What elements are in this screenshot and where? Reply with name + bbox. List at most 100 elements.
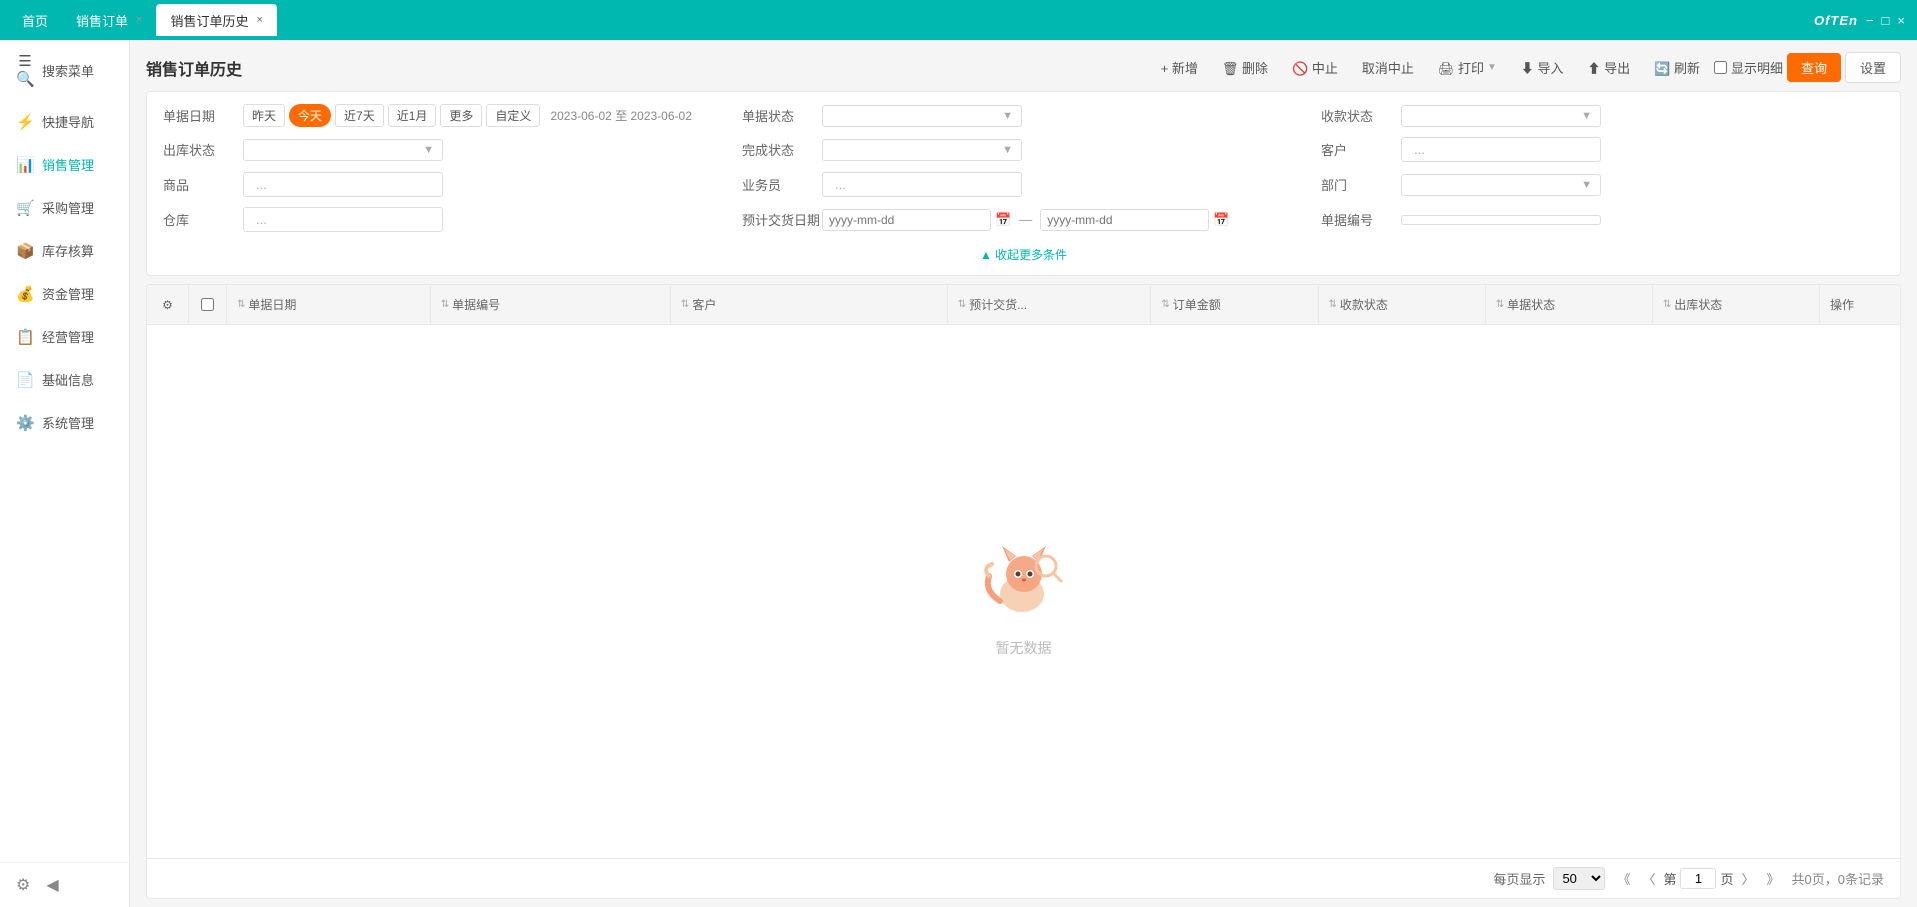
print-button[interactable]: 🖨 打印 ▼ bbox=[1428, 53, 1507, 82]
date-btn-custom[interactable]: 自定义 bbox=[486, 104, 540, 127]
out-status-select[interactable]: ▼ bbox=[243, 139, 443, 161]
calendar-to-icon[interactable]: 📅 bbox=[1213, 212, 1229, 228]
display-toggle-checkbox[interactable] bbox=[1714, 61, 1727, 74]
delete-button[interactable]: 🗑 删除 bbox=[1212, 53, 1278, 82]
page-input[interactable] bbox=[1680, 868, 1716, 889]
next-page-btn[interactable]: 〉 bbox=[1738, 867, 1759, 890]
date-dash: — bbox=[1015, 212, 1036, 227]
sys-mgmt-icon: ⚙️ bbox=[16, 414, 34, 432]
department-label: 部门 bbox=[1321, 175, 1401, 194]
date-btn-7days[interactable]: 近7天 bbox=[335, 104, 384, 127]
th-num-label: 单据编号 bbox=[452, 296, 500, 313]
sort-up-icon[interactable]: ⇅ bbox=[237, 299, 245, 310]
complete-status-label: 完成状态 bbox=[742, 140, 822, 159]
sort-out-status-icon[interactable]: ⇅ bbox=[1663, 299, 1671, 310]
date-btn-1month[interactable]: 近1月 bbox=[388, 104, 437, 127]
date-btn-today[interactable]: 今天 bbox=[289, 104, 331, 127]
th-checkbox[interactable] bbox=[189, 285, 227, 324]
tab-home-label: 首页 bbox=[22, 11, 48, 30]
sort-num-icon[interactable]: ⇅ bbox=[441, 299, 449, 310]
refresh-button[interactable]: 🔄 刷新 bbox=[1644, 53, 1710, 82]
product-input[interactable]: ... bbox=[243, 172, 443, 197]
th-delivery: ⇅ 预计交货... bbox=[948, 285, 1152, 324]
sidebar-item-base-info[interactable]: 📄 基础信息 bbox=[0, 358, 129, 401]
collapse-btn[interactable]: ▲ 收起更多条件 bbox=[980, 246, 1067, 263]
tab-sales-order-history-close[interactable]: × bbox=[256, 14, 262, 26]
warehouse-label: 仓库 bbox=[163, 210, 243, 229]
tab-home[interactable]: 首页 bbox=[8, 4, 62, 36]
page-label: 第 bbox=[1663, 869, 1676, 888]
out-status-label: 出库状态 bbox=[163, 140, 243, 159]
sort-order-status-icon[interactable]: ⇅ bbox=[1496, 299, 1504, 310]
query-button[interactable]: 查询 bbox=[1787, 53, 1841, 82]
last-page-btn[interactable]: 》 bbox=[1763, 867, 1784, 890]
department-select[interactable]: ▼ bbox=[1401, 174, 1601, 196]
import-button[interactable]: ⬇ 导入 bbox=[1511, 53, 1574, 82]
layout: ☰🔍 搜索菜单 ⚡ 快捷导航 📊 销售管理 🛒 采购管理 📦 库存核算 💰 资金… bbox=[0, 40, 1917, 907]
sidebar-collapse-icon[interactable]: ◀ bbox=[46, 875, 58, 895]
select-all-checkbox[interactable] bbox=[201, 298, 214, 311]
sidebar-item-sys-mgmt[interactable]: ⚙️ 系统管理 bbox=[0, 401, 129, 444]
salesperson-input[interactable]: ... bbox=[822, 172, 1022, 197]
expected-delivery-to[interactable] bbox=[1040, 209, 1209, 231]
stop-button[interactable]: 🚫 中止 bbox=[1282, 53, 1348, 82]
print-arrow-icon: ▼ bbox=[1487, 62, 1497, 73]
first-page-btn[interactable]: 《 bbox=[1613, 867, 1634, 890]
sidebar-item-quick-nav[interactable]: ⚡ 快捷导航 bbox=[0, 100, 129, 143]
payment-status-select[interactable]: ▼ bbox=[1401, 105, 1601, 127]
customer-ellipsis[interactable]: ... bbox=[1410, 142, 1429, 157]
th-settings[interactable]: ⚙ bbox=[147, 285, 189, 324]
settings-button[interactable]: 设置 bbox=[1845, 52, 1901, 83]
sidebar-settings-icon[interactable]: ⚙ bbox=[16, 875, 30, 895]
expected-delivery-from[interactable] bbox=[822, 209, 991, 231]
filter-area: 单据日期 昨天 今天 近7天 近1月 更多 自定义 2023-06-02 至 2… bbox=[146, 91, 1901, 276]
complete-status-select[interactable]: ▼ bbox=[822, 139, 1022, 161]
page-size-label: 每页显示 bbox=[1493, 869, 1545, 888]
sort-customer-icon[interactable]: ⇅ bbox=[681, 299, 689, 310]
collapse-label: 收起更多条件 bbox=[995, 246, 1067, 263]
calendar-from-icon[interactable]: 📅 bbox=[995, 212, 1011, 228]
tab-sales-order-close[interactable]: × bbox=[136, 14, 142, 26]
maximize-btn[interactable]: □ bbox=[1882, 13, 1890, 28]
date-btn-yesterday[interactable]: 昨天 bbox=[243, 104, 285, 127]
sort-delivery-icon[interactable]: ⇅ bbox=[958, 299, 966, 310]
close-btn[interactable]: × bbox=[1897, 13, 1905, 28]
tab-sales-order-history[interactable]: 销售订单历史 × bbox=[156, 4, 276, 36]
date-filter-control: 昨天 今天 近7天 近1月 更多 自定义 2023-06-02 至 2023-0… bbox=[243, 104, 726, 127]
sidebar-item-ops-mgmt[interactable]: 📋 经营管理 bbox=[0, 315, 129, 358]
prev-page-btn[interactable]: 〈 bbox=[1638, 867, 1659, 890]
product-label: 商品 bbox=[163, 175, 243, 194]
sort-amount-icon[interactable]: ⇅ bbox=[1161, 299, 1169, 310]
sidebar-item-inventory-calc[interactable]: 📦 库存核算 bbox=[0, 229, 129, 272]
sidebar-item-search-menu[interactable]: ☰🔍 搜索菜单 bbox=[0, 40, 129, 100]
order-no-input[interactable] bbox=[1401, 215, 1601, 225]
warehouse-input[interactable]: ... bbox=[243, 207, 443, 232]
sidebar-item-purchase-mgmt[interactable]: 🛒 采购管理 bbox=[0, 186, 129, 229]
customer-input[interactable]: ... bbox=[1401, 137, 1601, 162]
date-btn-more[interactable]: 更多 bbox=[440, 104, 482, 127]
print-label: 🖨 打印 bbox=[1438, 58, 1484, 77]
page-size-select[interactable]: 20 50 100 bbox=[1553, 867, 1605, 890]
tab-sales-order[interactable]: 销售订单 × bbox=[62, 4, 156, 36]
export-button[interactable]: ⬆ 导出 bbox=[1578, 53, 1641, 82]
salesperson-ellipsis[interactable]: ... bbox=[831, 177, 850, 192]
sidebar-bottom: ⚙ ◀ bbox=[0, 862, 129, 907]
cancel-stop-button[interactable]: 取消中止 bbox=[1352, 53, 1424, 82]
order-status-select[interactable]: ▼ bbox=[822, 105, 1022, 127]
th-payment-status-label: 收款状态 bbox=[1340, 296, 1388, 313]
order-status-control: ▼ bbox=[822, 105, 1305, 127]
sidebar-item-sales-mgmt[interactable]: 📊 销售管理 bbox=[0, 143, 129, 186]
expected-delivery-control: 📅 — 📅 bbox=[822, 209, 1305, 231]
warehouse-ellipsis[interactable]: ... bbox=[252, 212, 271, 227]
collapse-icon: ▲ bbox=[980, 248, 992, 262]
delete-label: 🗑 删除 bbox=[1222, 58, 1268, 77]
sidebar-item-sales-mgmt-label: 销售管理 bbox=[42, 155, 94, 174]
page-header: 销售订单历史 + 新增 🗑 删除 🚫 中止 取消中止 🖨 打印 ▼ bbox=[130, 40, 1917, 91]
sort-payment-icon[interactable]: ⇅ bbox=[1329, 299, 1337, 310]
add-button[interactable]: + 新增 bbox=[1151, 53, 1208, 82]
customer-control: ... bbox=[1401, 137, 1884, 162]
sidebar-item-finance-mgmt[interactable]: 💰 资金管理 bbox=[0, 272, 129, 315]
date-btn-group: 昨天 今天 近7天 近1月 更多 自定义 bbox=[243, 104, 540, 127]
minimize-btn[interactable]: − bbox=[1866, 13, 1874, 28]
product-ellipsis[interactable]: ... bbox=[252, 177, 271, 192]
